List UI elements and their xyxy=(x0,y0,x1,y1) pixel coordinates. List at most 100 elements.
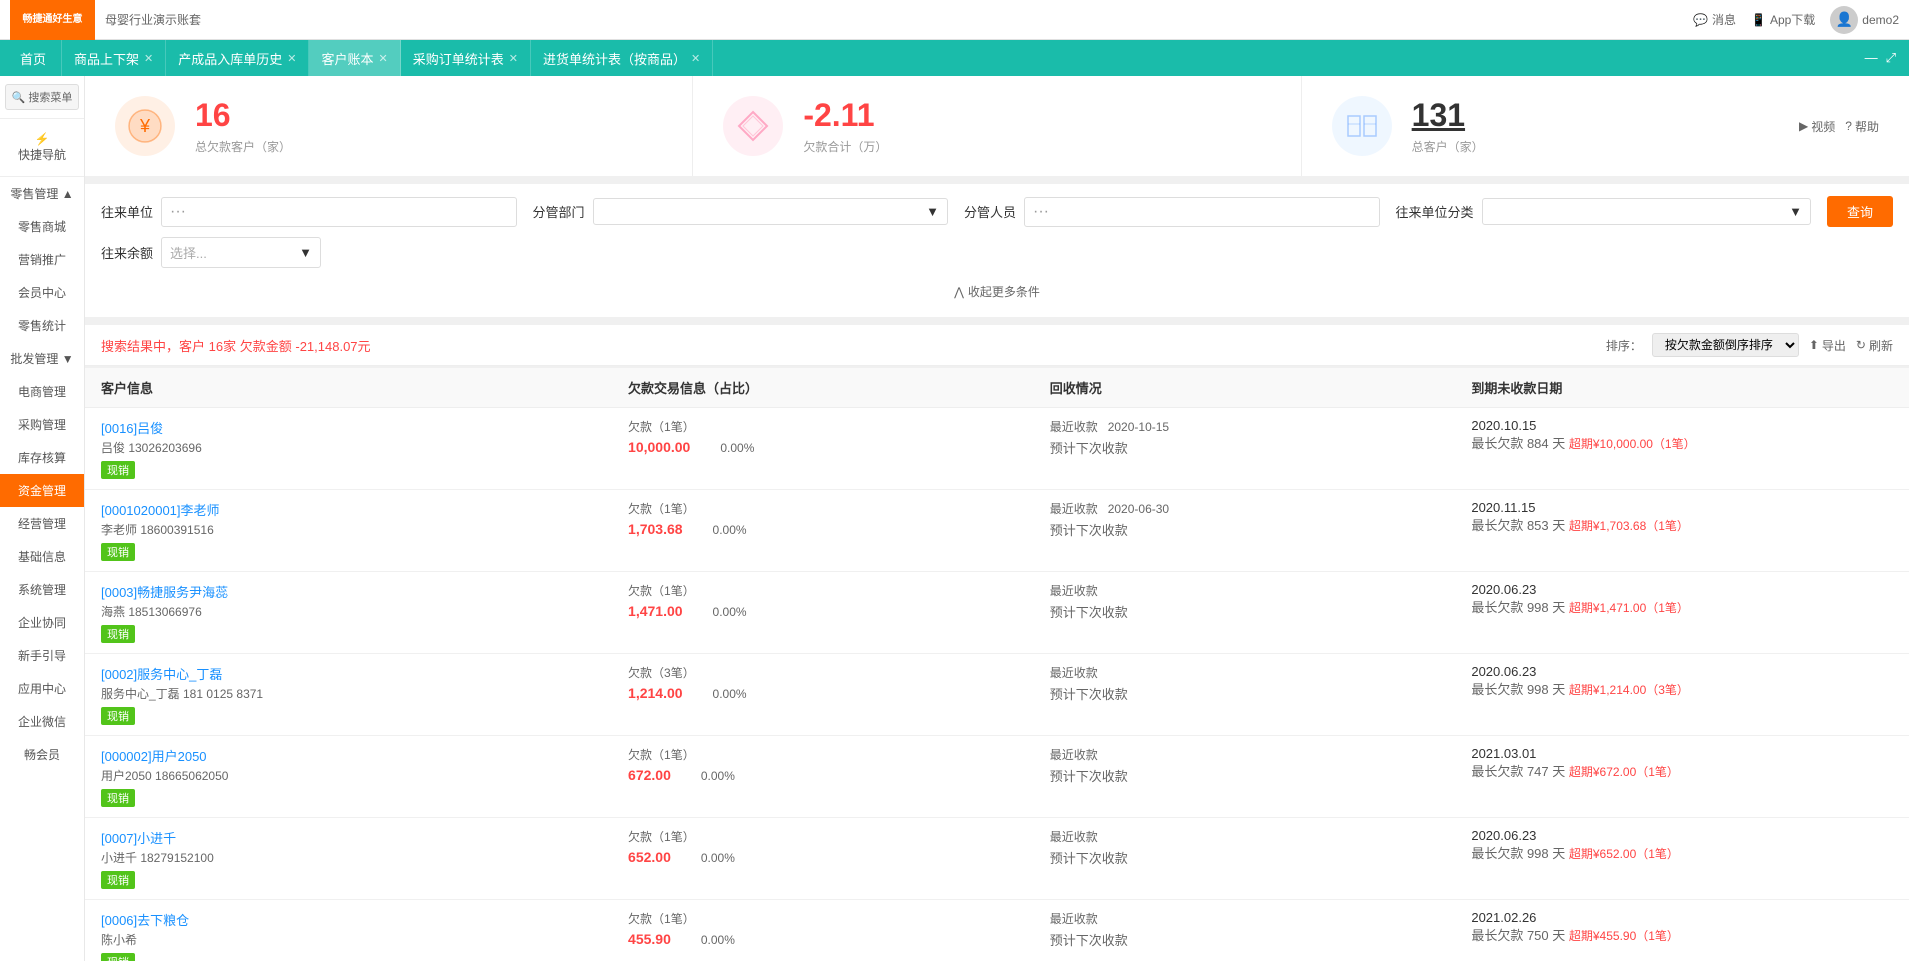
overdue-link[interactable]: 超期¥1,703.68（1笔） xyxy=(1569,519,1689,533)
overdue-link[interactable]: 超期¥10,000.00（1笔） xyxy=(1569,437,1696,451)
sidebar-item-finance[interactable]: 资金管理 xyxy=(0,474,84,507)
app-download-btn[interactable]: 📱 App下载 xyxy=(1751,11,1815,28)
video-label: 视频 xyxy=(1811,118,1835,135)
sidebar-item-retail-stat[interactable]: 零售统计 xyxy=(0,309,84,342)
overdue-days: 最长欠款 884 天 超期¥10,000.00（1笔） xyxy=(1471,433,1893,452)
close-icon[interactable]: ✕ xyxy=(287,52,296,65)
marketing-label: 营销推广 xyxy=(5,251,79,268)
customer-tag: 现销 xyxy=(101,707,135,725)
retail-mgmt-label: 零售管理 ▲ xyxy=(5,185,79,202)
tab-production-history[interactable]: 产成品入库单历史 ✕ xyxy=(166,40,309,76)
tab-bar: 首页 商品上下架 ✕ 产成品入库单历史 ✕ 客户账本 ✕ 采购订单统计表 ✕ 进… xyxy=(0,40,1909,76)
weixin-label: 企业微信 xyxy=(5,713,79,730)
retail-mall-label: 零售商城 xyxy=(5,218,79,235)
dept-label: 分管部门 xyxy=(533,202,585,221)
dept-select[interactable]: ▼ xyxy=(593,198,948,225)
debt-amount: 455.90 xyxy=(628,931,671,947)
query-button[interactable]: 查询 xyxy=(1827,196,1893,227)
customer-cell: [0007]小进千 小进千 18279152100 现销 xyxy=(101,828,628,889)
sidebar-item-inventory[interactable]: 库存核算 xyxy=(0,441,84,474)
export-btn[interactable]: ⬆ 导出 xyxy=(1809,337,1846,354)
close-icon[interactable]: ✕ xyxy=(144,52,153,65)
overdue-link[interactable]: 超期¥455.90（1笔） xyxy=(1569,929,1679,943)
overdue-link[interactable]: 超期¥652.00（1笔） xyxy=(1569,847,1679,861)
customer-cell: [0016]吕俊 吕俊 13026203696 现销 xyxy=(101,418,628,479)
debt-amount: 10,000.00 xyxy=(628,439,690,455)
next-payment: 预计下次收款 xyxy=(1050,684,1472,703)
sidebar-item-retail-mgmt[interactable]: 零售管理 ▲ xyxy=(0,177,84,210)
sidebar-item-system[interactable]: 系统管理 xyxy=(0,573,84,606)
due-date: 2020.10.15 xyxy=(1471,418,1893,433)
customer-link[interactable]: [0002]服务中心_丁磊 xyxy=(101,667,222,682)
message-btn[interactable]: 💬 消息 xyxy=(1693,11,1736,28)
tab-customer-account[interactable]: 客户账本 ✕ xyxy=(309,40,400,76)
unit-class-label: 往来单位分类 xyxy=(1396,202,1474,221)
refresh-btn[interactable]: ↻ 刷新 xyxy=(1856,337,1893,354)
total-label: 总客户（家） xyxy=(1412,138,1484,155)
user-menu[interactable]: 👤 demo2 xyxy=(1830,6,1899,34)
sidebar-item-purchase[interactable]: 采购管理 xyxy=(0,408,84,441)
sidebar-item-weixin[interactable]: 企业微信 xyxy=(0,705,84,738)
sidebar-item-app-center[interactable]: 应用中心 xyxy=(0,672,84,705)
sidebar-item-operation[interactable]: 经营管理 xyxy=(0,507,84,540)
customer-link[interactable]: [0007]小进千 xyxy=(101,831,176,846)
tab-purchase-stat[interactable]: 进货单统计表（按商品） ✕ xyxy=(531,40,713,76)
unit-class-select[interactable]: ▼ xyxy=(1482,198,1811,225)
sidebar-item-retail-mall[interactable]: 零售商城 xyxy=(0,210,84,243)
col-customer-info: 客户信息 xyxy=(101,378,628,397)
video-btn[interactable]: ▶ 视频 xyxy=(1799,118,1835,135)
close-icon[interactable]: ✕ xyxy=(379,52,388,65)
tab-home[interactable]: 首页 xyxy=(5,40,62,76)
customer-link[interactable]: [000002]用户2050 xyxy=(101,749,207,764)
customer-link[interactable]: [0003]畅捷服务尹海蕊 xyxy=(101,585,228,600)
customer-cell: [0001020001]李老师 李老师 18600391516 现销 xyxy=(101,500,628,561)
overdue-link[interactable]: 超期¥672.00（1笔） xyxy=(1569,765,1679,779)
sidebar-item-ecommerce[interactable]: 电商管理 xyxy=(0,375,84,408)
help-btn[interactable]: ? 帮助 xyxy=(1845,118,1879,135)
sidebar-item-quick-nav[interactable]: ⚡ 快捷导航 xyxy=(0,124,84,171)
sidebar-item-corp-collab[interactable]: 企业协同 xyxy=(0,606,84,639)
operation-label: 经营管理 xyxy=(5,515,79,532)
sidebar-item-member[interactable]: 会员中心 xyxy=(0,276,84,309)
maximize-icon[interactable]: ⤢ xyxy=(1886,50,1896,66)
tab-purchase-order[interactable]: 采购订单统计表 ✕ xyxy=(401,40,531,76)
customer-tag: 现销 xyxy=(101,461,135,479)
close-icon[interactable]: ✕ xyxy=(509,52,518,65)
source-unit-label: 往来单位 xyxy=(101,202,153,221)
quick-nav-icon: ⚡ xyxy=(5,132,79,146)
result-count: 16家 xyxy=(209,339,236,354)
sidebar-item-marketing[interactable]: 营销推广 xyxy=(0,243,84,276)
overdue-link[interactable]: 超期¥1,214.00（3笔） xyxy=(1569,683,1689,697)
debt-count: 欠款（1笔） xyxy=(628,418,1050,435)
debt-cell: 欠款（1笔） 652.00 0.00% xyxy=(628,828,1050,865)
tab-bar-end: — ⤢ xyxy=(1857,50,1904,66)
overdue-days: 最长欠款 998 天 超期¥1,214.00（3笔） xyxy=(1471,679,1893,698)
sidebar-item-wholesale-mgmt[interactable]: 批发管理 ▼ xyxy=(0,342,84,375)
next-payment: 预计下次收款 xyxy=(1050,602,1472,621)
collapse-label: 收起更多条件 xyxy=(968,283,1040,300)
sidebar-item-vip[interactable]: 畅会员 xyxy=(0,738,84,771)
due-date: 2020.06.23 xyxy=(1471,828,1893,843)
customer-link[interactable]: [0001020001]李老师 xyxy=(101,503,220,518)
tab-product-listing[interactable]: 商品上下架 ✕ xyxy=(62,40,166,76)
search-menu-btn[interactable]: 🔍 搜索菜单 xyxy=(5,84,79,110)
customer-link[interactable]: [0016]吕俊 xyxy=(101,421,163,436)
customer-link[interactable]: [0006]去下粮仓 xyxy=(101,913,189,928)
source-unit-dots: ··· xyxy=(170,203,186,220)
customer-contact: 吕俊 13026203696 xyxy=(101,439,628,456)
close-icon[interactable]: ✕ xyxy=(691,52,700,65)
overdue-link[interactable]: 超期¥1,471.00（1笔） xyxy=(1569,601,1689,615)
due-cell: 2020.06.23 最长欠款 998 天 超期¥1,471.00（1笔） xyxy=(1471,582,1893,616)
person-input[interactable]: ··· xyxy=(1024,197,1379,227)
sort-select[interactable]: 按欠款金额倒序排序 xyxy=(1652,333,1799,357)
avatar: 👤 xyxy=(1830,6,1858,34)
collapse-btn[interactable]: ⋀ 收起更多条件 xyxy=(101,278,1893,305)
balance-select[interactable]: 选择... ▼ xyxy=(161,237,321,268)
debt-ratio: 0.00% xyxy=(713,687,747,701)
sidebar-item-guide[interactable]: 新手引导 xyxy=(0,639,84,672)
sidebar-item-basic-info[interactable]: 基础信息 xyxy=(0,540,84,573)
recovery-cell: 最近收款 预计下次收款 xyxy=(1050,910,1472,949)
minimize-icon[interactable]: — xyxy=(1865,50,1878,66)
recovery-cell: 最近收款 2020-06-30 预计下次收款 xyxy=(1050,500,1472,539)
source-unit-input[interactable]: ··· xyxy=(161,197,516,227)
